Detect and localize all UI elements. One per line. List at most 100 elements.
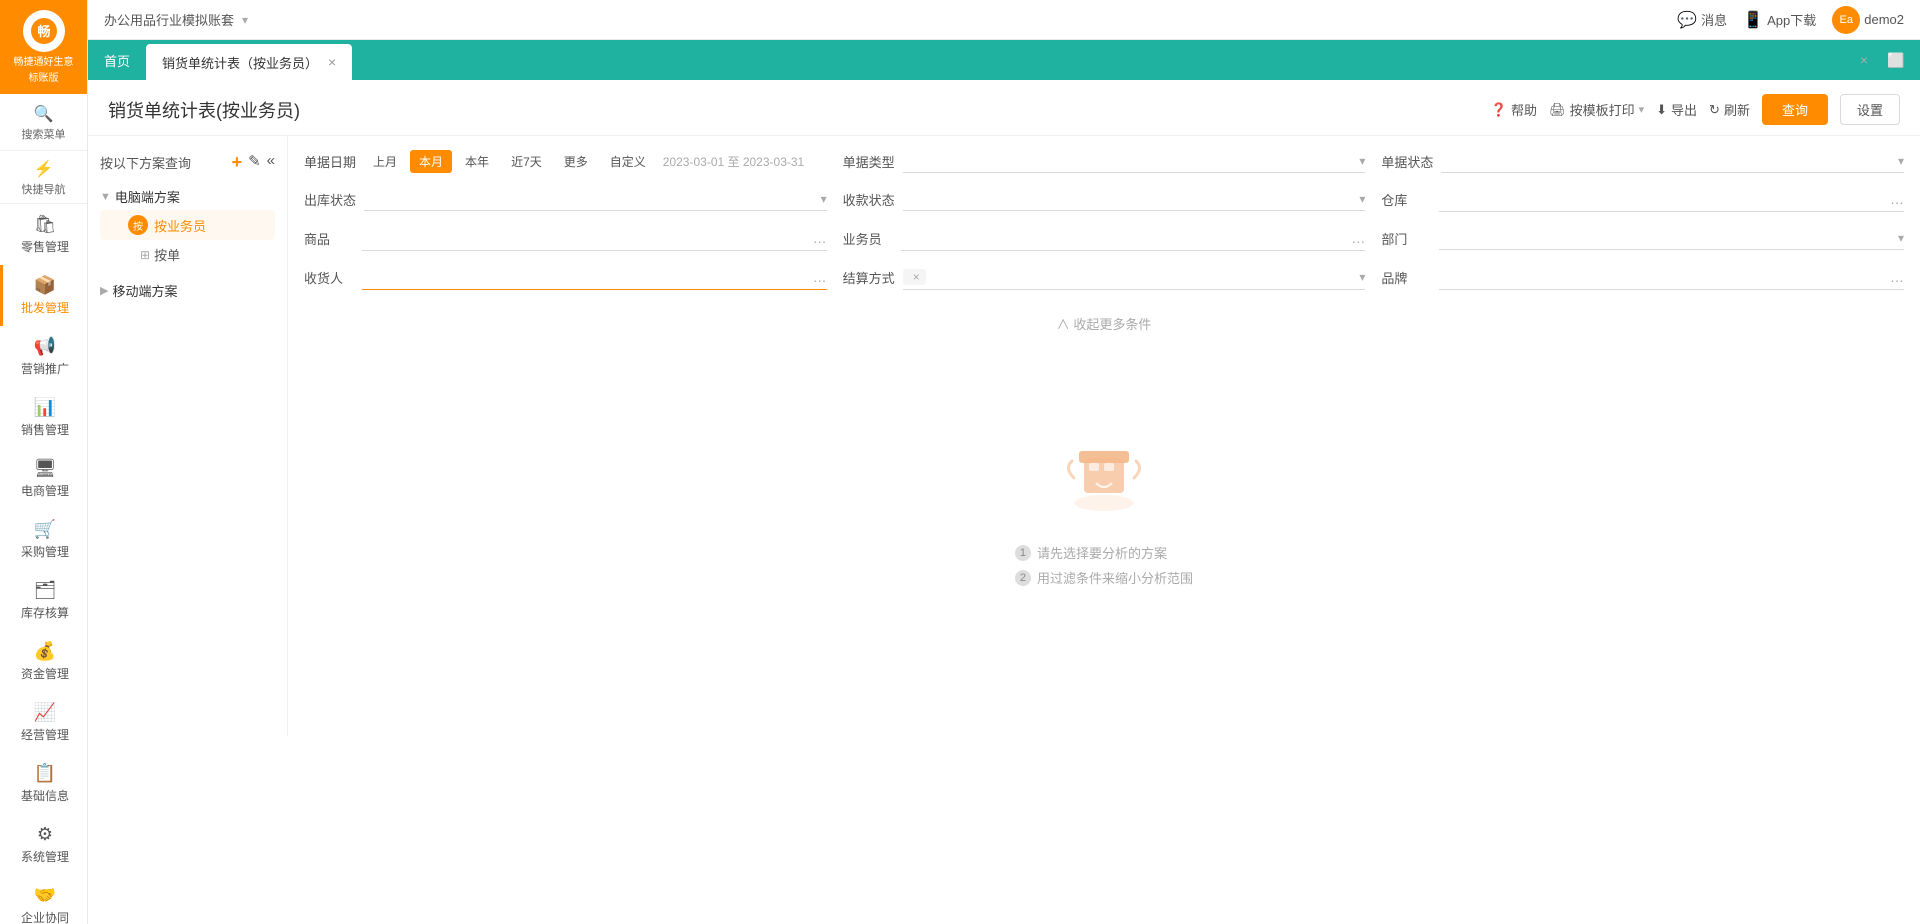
template-print-label: 按模板打印 (1570, 100, 1635, 119)
enterprise-icon: 🤝 (34, 885, 56, 906)
scheme-by-order[interactable]: ⊞ 按单 (100, 240, 275, 269)
tab-home[interactable]: 首页 (88, 51, 146, 70)
help-btn[interactable]: ❓ 帮助 (1491, 100, 1537, 119)
goods-select[interactable]: … (362, 226, 827, 251)
sidebar-item-finance[interactable]: 💰 资金管理 (0, 631, 87, 692)
scheme-by-salesman[interactable]: 按 按业务员 (100, 210, 275, 240)
settlement-clear-btn[interactable]: × (913, 270, 920, 284)
doc-status-chevron: ▾ (1898, 154, 1904, 168)
avatar: Ea (1832, 6, 1860, 34)
collapse-btn[interactable]: ∧ 收起更多条件 (304, 304, 1904, 343)
close-window-btn[interactable]: × (1852, 48, 1876, 72)
inventory-icon: 🗂 (34, 580, 57, 601)
query-btn[interactable]: 查询 (1762, 94, 1828, 125)
sidebar-item-marketing[interactable]: 📢 营销推广 (0, 326, 87, 387)
filter-sidebar: 按以下方案查询 + ✎ « ▼ 电脑端方案 按 按业务员 (88, 136, 288, 736)
sidebar-item-purchase[interactable]: 🛒 采购管理 (0, 509, 87, 570)
sidebar-item-ecommerce[interactable]: 🖥 电商管理 (0, 448, 87, 509)
out-status-select[interactable]: ▾ (364, 188, 827, 211)
date-label: 单据日期 (304, 152, 356, 171)
goods-dots[interactable]: … (813, 230, 827, 246)
sidebar-item-retail[interactable]: 🛍 零售管理 (0, 204, 87, 265)
settlement-clear-tag: × (903, 269, 926, 285)
logo-icon: 畅 (23, 10, 65, 52)
doc-type-select[interactable]: ▾ (903, 150, 1366, 173)
date-btn-more[interactable]: 更多 (555, 150, 597, 173)
tab-close-btn[interactable]: × (328, 54, 336, 70)
export-label: 导出 (1671, 100, 1697, 119)
recipient-input[interactable]: … (362, 265, 827, 290)
page-content: 销货单统计表(按业务员) ❓ 帮助 🖨 按模板打印 ▾ ⬇ 导出 ↻ 刷新 (88, 80, 1920, 924)
desktop-group-header[interactable]: ▼ 电脑端方案 (100, 183, 275, 210)
export-btn[interactable]: ⬇ 导出 (1656, 100, 1697, 119)
settlement-select[interactable]: × ▾ (903, 265, 1366, 290)
sidebar-item-sales[interactable]: 📊 销售管理 (0, 387, 87, 448)
doc-status-label: 单据状态 (1381, 152, 1433, 171)
settings-btn[interactable]: 设置 (1840, 94, 1900, 125)
app-download-btn[interactable]: 📱 App下载 (1743, 10, 1816, 30)
sidebar-item-wholesale[interactable]: 📦 批发管理 (0, 265, 87, 326)
search-menu-btn[interactable]: 🔍 搜索菜单 (0, 94, 87, 151)
filter-sidebar-header: 按以下方案查询 + ✎ « (88, 146, 287, 179)
brand-logo[interactable]: 畅 畅捷通好生意 标账版 (0, 0, 87, 94)
date-btn-7days[interactable]: 近7天 (502, 150, 551, 173)
recipient-dots[interactable]: … (813, 269, 827, 285)
date-btn-last-month[interactable]: 上月 (364, 150, 406, 173)
sales-icon: 📊 (34, 397, 56, 418)
add-scheme-btn[interactable]: + (232, 152, 243, 173)
header-title-area[interactable]: 办公用品行业模拟账套 ▾ (104, 10, 248, 29)
recipient-field: 收货人 … (304, 265, 827, 290)
mobile-group-header[interactable]: ▶ 移动端方案 (100, 277, 275, 304)
doc-type-field: 单据类型 ▾ (843, 150, 1366, 173)
empty-illustration (1054, 423, 1154, 523)
template-print-btn[interactable]: 🖨 按模板打印 ▾ (1549, 100, 1644, 119)
refresh-btn[interactable]: ↻ 刷新 (1709, 100, 1750, 119)
settlement-chevron: ▾ (1359, 270, 1365, 284)
date-btn-this-month[interactable]: 本月 (410, 150, 452, 173)
operation-icon: 📈 (34, 702, 56, 723)
top-header: 办公用品行业模拟账套 ▾ 💬 消息 📱 App下载 Ea demo2 (88, 0, 1920, 40)
message-btn[interactable]: 💬 消息 (1677, 10, 1727, 30)
out-status-label: 出库状态 (304, 190, 356, 209)
filter-row-1: 单据日期 上月 本月 本年 近7天 更多 自定义 2023-03-01 至 20… (304, 150, 1904, 173)
warehouse-label: 仓库 (1381, 190, 1431, 209)
by-salesman-label: 按业务员 (154, 216, 206, 235)
salesman-select[interactable]: … (901, 226, 1366, 251)
pay-status-select[interactable]: ▾ (903, 188, 1366, 211)
header-right: 💬 消息 📱 App下载 Ea demo2 (1677, 6, 1904, 34)
date-btn-this-year[interactable]: 本年 (456, 150, 498, 173)
sidebar-item-basic[interactable]: 📋 基础信息 (0, 753, 87, 814)
user-profile-btn[interactable]: Ea demo2 (1832, 6, 1904, 34)
dept-field: 部门 ▾ (1381, 227, 1904, 250)
brand-select[interactable]: … (1439, 265, 1904, 290)
warehouse-dots[interactable]: … (1890, 191, 1904, 207)
sidebar-item-inventory[interactable]: 🗂 库存核算 (0, 570, 87, 631)
collapse-scheme-btn[interactable]: « (267, 152, 275, 173)
print-dropdown-icon: ▾ (1639, 103, 1645, 116)
warehouse-select[interactable]: … (1439, 187, 1904, 212)
maximize-window-btn[interactable]: ⬜ (1884, 48, 1908, 72)
refresh-label: 刷新 (1724, 100, 1750, 119)
filter-sidebar-icons: + ✎ « (232, 152, 275, 173)
dept-select[interactable]: ▾ (1439, 227, 1904, 250)
date-btn-custom[interactable]: 自定义 (601, 150, 655, 173)
salesman-dots[interactable]: … (1351, 230, 1365, 246)
marketing-icon: 📢 (34, 336, 56, 357)
date-btns: 上月 本月 本年 近7天 更多 自定义 (364, 150, 655, 173)
print-icon: 🖨 (1549, 102, 1566, 118)
search-menu-label: 搜索菜单 (22, 126, 66, 142)
brand-dots[interactable]: … (1890, 269, 1904, 285)
chevron-right-icon: ▶ (100, 284, 108, 297)
edit-scheme-btn[interactable]: ✎ (248, 152, 261, 173)
sidebar-item-operation[interactable]: 📈 经营管理 (0, 692, 87, 753)
doc-status-select[interactable]: ▾ (1441, 150, 1904, 173)
sidebar-item-enterprise[interactable]: 🤝 企业协同 (0, 875, 87, 924)
sidebar-item-system[interactable]: ⚙ 系统管理 (0, 814, 87, 875)
page-actions: ❓ 帮助 🖨 按模板打印 ▾ ⬇ 导出 ↻ 刷新 查询 设置 (1491, 94, 1900, 125)
header-dropdown-icon: ▾ (242, 13, 248, 27)
help-icon: ❓ (1491, 102, 1507, 118)
tab-bar: 首页 销货单统计表（按业务员） × × ⬜ (88, 40, 1920, 80)
quick-nav-btn[interactable]: ⚡ 快捷导航 (0, 151, 87, 204)
tab-sales-stat[interactable]: 销货单统计表（按业务员） × (146, 44, 352, 80)
refresh-icon: ↻ (1709, 102, 1720, 118)
